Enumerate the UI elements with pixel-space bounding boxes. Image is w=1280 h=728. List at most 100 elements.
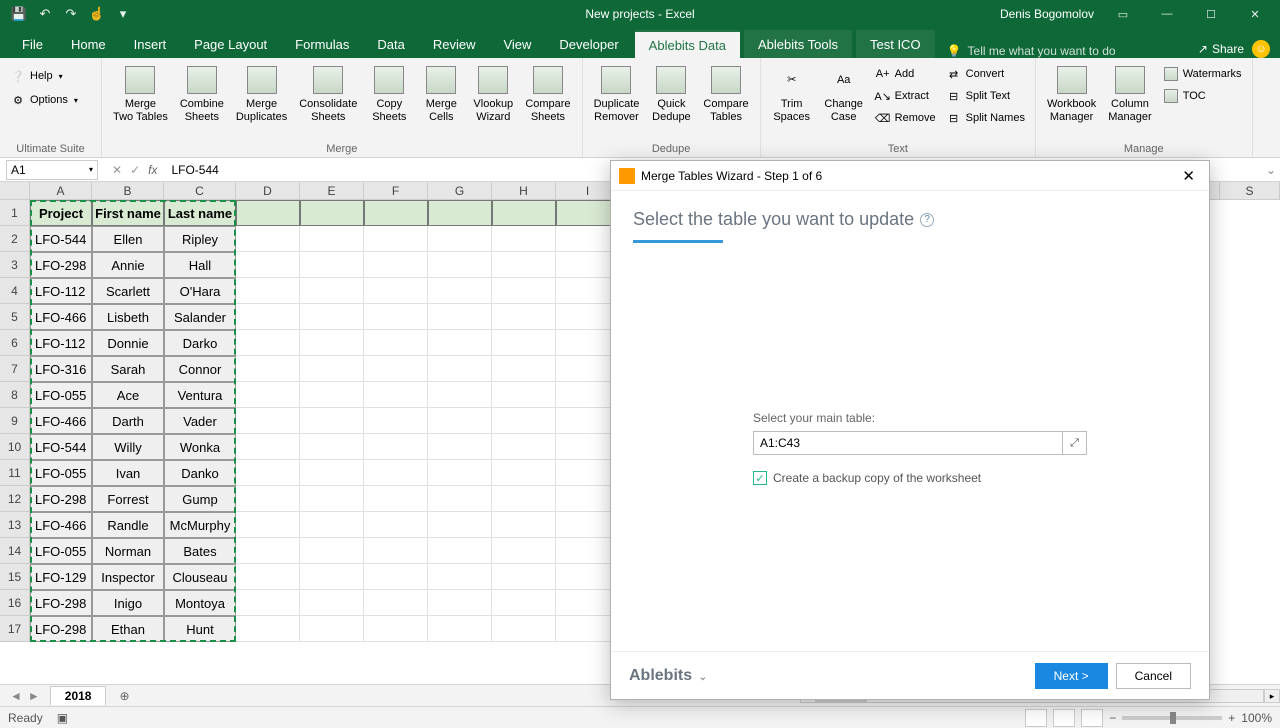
data-cell[interactable]: LFO-298 xyxy=(30,616,92,642)
row-header-17[interactable]: 17 xyxy=(0,616,29,642)
data-cell[interactable]: Hall xyxy=(164,252,236,278)
zoom-slider[interactable] xyxy=(1122,716,1222,720)
tab-developer[interactable]: Developer xyxy=(545,30,632,58)
accept-formula-icon[interactable]: ✓ xyxy=(130,163,140,177)
data-cell[interactable]: Forrest xyxy=(92,486,164,512)
normal-view-icon[interactable] xyxy=(1025,709,1047,727)
data-cell[interactable]: Salander xyxy=(164,304,236,330)
col-header-G[interactable]: G xyxy=(428,182,492,199)
sheet-prev-icon[interactable]: ◄ xyxy=(10,689,22,703)
data-cell[interactable]: LFO-055 xyxy=(30,460,92,486)
tab-ablebits-tools[interactable]: Ablebits Tools xyxy=(744,30,852,58)
data-cell[interactable]: Scarlett xyxy=(92,278,164,304)
data-cell[interactable]: LFO-129 xyxy=(30,564,92,590)
row-header-16[interactable]: 16 xyxy=(0,590,29,616)
row-header-10[interactable]: 10 xyxy=(0,434,29,460)
row-header-12[interactable]: 12 xyxy=(0,486,29,512)
data-cell[interactable]: LFO-298 xyxy=(30,486,92,512)
next-button[interactable]: Next > xyxy=(1035,663,1108,689)
zoom-level[interactable]: 100% xyxy=(1241,711,1272,725)
dialog-close-button[interactable]: ✕ xyxy=(1176,165,1201,187)
col-header-S[interactable]: S xyxy=(1220,182,1280,199)
expand-formula-icon[interactable]: ⌄ xyxy=(1262,163,1280,177)
merge-btn-3[interactable]: Consolidate Sheets xyxy=(294,62,362,126)
data-cell[interactable]: Donnie xyxy=(92,330,164,356)
tab-file[interactable]: File xyxy=(8,30,57,58)
data-cell[interactable]: Vader xyxy=(164,408,236,434)
data-cell[interactable]: Ivan xyxy=(92,460,164,486)
data-cell[interactable]: Annie xyxy=(92,252,164,278)
tab-home[interactable]: Home xyxy=(57,30,120,58)
row-header-11[interactable]: 11 xyxy=(0,460,29,486)
page-layout-view-icon[interactable] xyxy=(1053,709,1075,727)
close-icon[interactable]: ✕ xyxy=(1234,0,1276,28)
data-cell[interactable]: LFO-298 xyxy=(30,252,92,278)
extract-text-button[interactable]: A↘Extract xyxy=(871,86,940,106)
data-cell[interactable]: Ventura xyxy=(164,382,236,408)
data-cell[interactable]: Inspector xyxy=(92,564,164,590)
row-header-7[interactable]: 7 xyxy=(0,356,29,382)
change-case-button[interactable]: AaChange Case xyxy=(819,62,869,126)
data-cell[interactable]: Bates xyxy=(164,538,236,564)
data-cell[interactable]: Gump xyxy=(164,486,236,512)
watermarks-button[interactable]: Watermarks xyxy=(1159,64,1246,84)
data-cell[interactable]: Ace xyxy=(92,382,164,408)
zoom-in-icon[interactable]: + xyxy=(1228,711,1235,725)
split-names-button[interactable]: ⊟Split Names xyxy=(942,108,1029,128)
convert-button[interactable]: ⇄Convert xyxy=(942,64,1029,84)
tab-view[interactable]: View xyxy=(489,30,545,58)
undo-icon[interactable]: ↶ xyxy=(34,3,56,25)
ribbon-options-icon[interactable]: ▭ xyxy=(1102,0,1144,28)
merge-btn-7[interactable]: Compare Sheets xyxy=(520,62,575,126)
data-cell[interactable]: Norman xyxy=(92,538,164,564)
data-cell[interactable]: Ripley xyxy=(164,226,236,252)
merge-btn-6[interactable]: Vlookup Wizard xyxy=(468,62,518,126)
dedupe-btn-2[interactable]: Compare Tables xyxy=(698,62,753,126)
touch-mode-icon[interactable]: ☝ xyxy=(86,3,108,25)
header-cell[interactable]: First name xyxy=(92,200,164,226)
help-button[interactable]: ❔Help▾ xyxy=(6,66,82,86)
col-header-B[interactable]: B xyxy=(92,182,164,199)
share-button[interactable]: ↗ Share xyxy=(1198,42,1244,56)
zoom-out-icon[interactable]: − xyxy=(1109,711,1116,725)
row-header-13[interactable]: 13 xyxy=(0,512,29,538)
sheet-next-icon[interactable]: ► xyxy=(28,689,40,703)
save-icon[interactable]: 💾 xyxy=(8,3,30,25)
data-cell[interactable]: Darth xyxy=(92,408,164,434)
row-header-6[interactable]: 6 xyxy=(0,330,29,356)
data-cell[interactable]: Clouseau xyxy=(164,564,236,590)
macro-record-icon[interactable]: ▣ xyxy=(57,711,68,725)
column-manager-button[interactable]: Column Manager xyxy=(1103,62,1156,126)
dedupe-btn-0[interactable]: Duplicate Remover xyxy=(589,62,645,126)
data-cell[interactable]: Lisbeth xyxy=(92,304,164,330)
dialog-titlebar[interactable]: Merge Tables Wizard - Step 1 of 6 ✕ xyxy=(611,161,1209,191)
data-cell[interactable]: Wonka xyxy=(164,434,236,460)
data-cell[interactable]: LFO-316 xyxy=(30,356,92,382)
data-cell[interactable]: LFO-466 xyxy=(30,512,92,538)
tell-me-search[interactable]: 💡 Tell me what you want to do xyxy=(947,44,1116,58)
data-cell[interactable]: LFO-544 xyxy=(30,226,92,252)
remove-text-button[interactable]: ⌫Remove xyxy=(871,108,940,128)
header-cell[interactable]: Project xyxy=(30,200,92,226)
workbook-manager-button[interactable]: Workbook Manager xyxy=(1042,62,1101,126)
data-cell[interactable]: Randle xyxy=(92,512,164,538)
data-cell[interactable]: Montoya xyxy=(164,590,236,616)
row-headers[interactable]: 1234567891011121314151617 xyxy=(0,200,30,642)
qat-customize-icon[interactable]: ▾ xyxy=(112,3,134,25)
data-cell[interactable]: O'Hara xyxy=(164,278,236,304)
row-header-5[interactable]: 5 xyxy=(0,304,29,330)
data-cell[interactable]: Inigo xyxy=(92,590,164,616)
tab-test-ico[interactable]: Test ICO xyxy=(856,30,935,58)
chevron-down-icon[interactable]: ▾ xyxy=(89,165,93,174)
row-header-3[interactable]: 3 xyxy=(0,252,29,278)
select-all-corner[interactable] xyxy=(0,182,30,200)
minimize-icon[interactable]: — xyxy=(1146,0,1188,28)
row-header-9[interactable]: 9 xyxy=(0,408,29,434)
merge-btn-4[interactable]: Copy Sheets xyxy=(364,62,414,126)
tab-formulas[interactable]: Formulas xyxy=(281,30,363,58)
col-header-H[interactable]: H xyxy=(492,182,556,199)
maximize-icon[interactable]: ☐ xyxy=(1190,0,1232,28)
row-header-8[interactable]: 8 xyxy=(0,382,29,408)
tab-review[interactable]: Review xyxy=(419,30,490,58)
tab-ablebits-data[interactable]: Ablebits Data xyxy=(635,30,740,58)
